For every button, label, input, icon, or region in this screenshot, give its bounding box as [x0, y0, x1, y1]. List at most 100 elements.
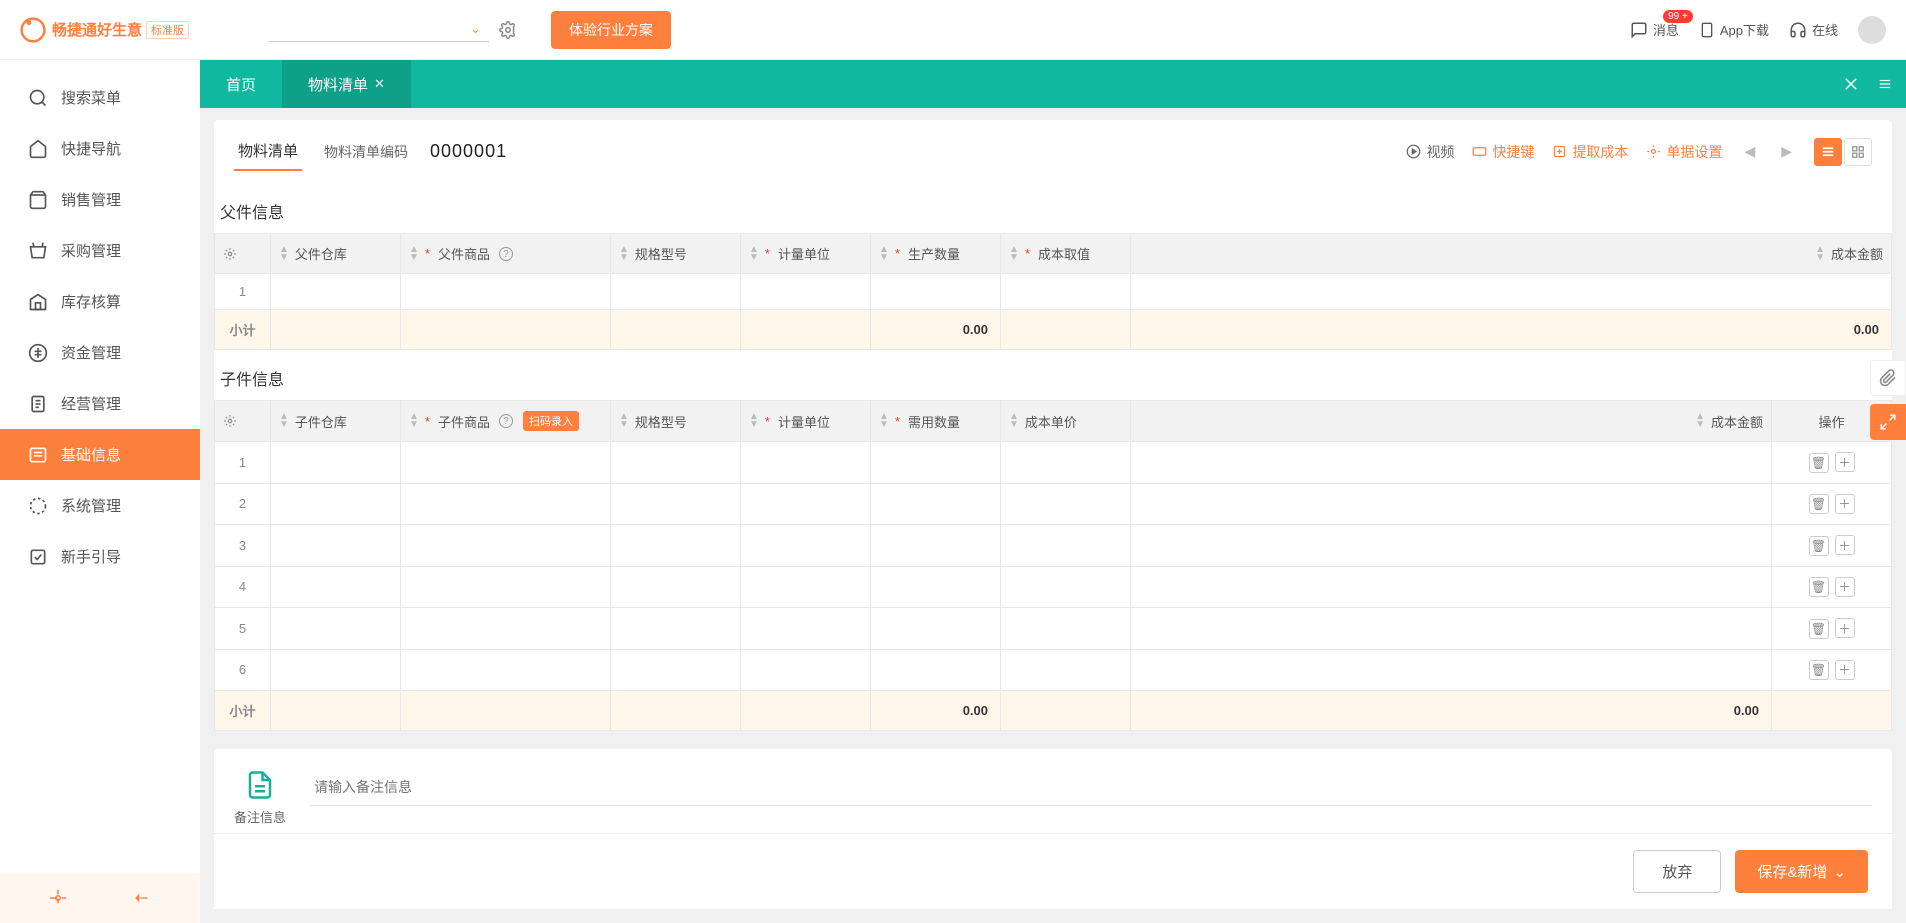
- next-bill-icon[interactable]: ▶: [1777, 143, 1796, 160]
- child-col-3[interactable]: ▲▼*计量单位: [741, 401, 871, 442]
- cell[interactable]: [1001, 649, 1131, 691]
- add-row-icon[interactable]: ＋: [1835, 577, 1855, 597]
- save-new-button[interactable]: 保存&新增 ⌄: [1735, 850, 1868, 893]
- sidebar-item-search[interactable]: 搜索菜单: [0, 72, 200, 123]
- sort-icon[interactable]: ▲▼: [409, 413, 419, 429]
- cell[interactable]: [271, 608, 401, 650]
- parent-col-6[interactable]: ▲▼成本金额: [1131, 234, 1892, 274]
- close-icon[interactable]: ✕: [374, 76, 385, 92]
- delete-row-icon[interactable]: 🗑: [1809, 453, 1829, 473]
- cell[interactable]: [271, 483, 401, 525]
- discard-button[interactable]: 放弃: [1633, 850, 1721, 893]
- tab-bom[interactable]: 物料清单 ✕: [282, 60, 411, 108]
- cell[interactable]: [611, 649, 741, 691]
- sort-icon[interactable]: ▲▼: [749, 246, 759, 262]
- cell[interactable]: [611, 483, 741, 525]
- cell[interactable]: [871, 442, 1001, 484]
- cell[interactable]: [871, 608, 1001, 650]
- cell[interactable]: [611, 274, 741, 310]
- parent-col-5[interactable]: ▲▼*成本取值: [1001, 234, 1131, 274]
- cell[interactable]: [1001, 274, 1131, 310]
- cell[interactable]: [271, 649, 401, 691]
- prev-bill-icon[interactable]: ◀: [1740, 143, 1759, 160]
- cell[interactable]: [741, 442, 871, 484]
- cell[interactable]: [1131, 274, 1892, 310]
- help-icon[interactable]: ?: [499, 247, 513, 261]
- page-tab-bom[interactable]: 物料清单: [234, 132, 302, 171]
- cell[interactable]: [611, 566, 741, 608]
- parent-col-1[interactable]: ▲▼*父件商品?: [401, 234, 611, 274]
- cell[interactable]: [741, 525, 871, 567]
- child-col-1[interactable]: ▲▼*子件商品?扫码录入: [401, 401, 611, 442]
- add-row-icon[interactable]: ＋: [1835, 660, 1855, 680]
- cell[interactable]: [741, 649, 871, 691]
- cell[interactable]: [401, 483, 611, 525]
- online-support-button[interactable]: 在线: [1789, 20, 1838, 39]
- sort-icon[interactable]: ▲▼: [1695, 413, 1705, 429]
- add-row-icon[interactable]: ＋: [1835, 452, 1855, 472]
- cell[interactable]: [1001, 608, 1131, 650]
- notes-input[interactable]: [310, 769, 1872, 806]
- sidebar-item-cart[interactable]: 销售管理: [0, 174, 200, 225]
- cell[interactable]: [871, 483, 1001, 525]
- add-row-icon[interactable]: ＋: [1835, 535, 1855, 555]
- cell[interactable]: [1001, 442, 1131, 484]
- industry-plan-button[interactable]: 体验行业方案: [551, 11, 671, 49]
- delete-row-icon[interactable]: 🗑: [1809, 660, 1829, 680]
- cell[interactable]: [271, 274, 401, 310]
- org-selector[interactable]: ⌄: [269, 17, 489, 42]
- app-download-button[interactable]: App下载: [1699, 20, 1769, 39]
- cell[interactable]: [871, 274, 1001, 310]
- cell[interactable]: [1001, 483, 1131, 525]
- action-bill-settings[interactable]: 单据设置: [1646, 142, 1722, 162]
- sidebar-collapse-icon[interactable]: [132, 890, 152, 906]
- help-icon[interactable]: ?: [499, 414, 513, 428]
- add-row-icon[interactable]: ＋: [1835, 618, 1855, 638]
- sort-icon[interactable]: ▲▼: [879, 246, 889, 262]
- cell[interactable]: [1131, 483, 1772, 525]
- cell[interactable]: [871, 566, 1001, 608]
- sidebar-item-base[interactable]: 基础信息: [0, 429, 200, 480]
- sidebar-item-doc[interactable]: 经营管理: [0, 378, 200, 429]
- cell[interactable]: [271, 442, 401, 484]
- sidebar-item-stock[interactable]: 库存核算: [0, 276, 200, 327]
- cell[interactable]: [271, 566, 401, 608]
- org-settings-icon[interactable]: [499, 21, 517, 39]
- messages-button[interactable]: 消息 99 +: [1630, 20, 1679, 39]
- action-extract-cost[interactable]: 提取成本: [1552, 142, 1628, 162]
- sort-icon[interactable]: ▲▼: [279, 413, 289, 429]
- cell[interactable]: [611, 525, 741, 567]
- cell[interactable]: [741, 274, 871, 310]
- delete-row-icon[interactable]: 🗑: [1809, 536, 1829, 556]
- tab-home[interactable]: 首页: [200, 60, 282, 108]
- cell[interactable]: [1001, 525, 1131, 567]
- cell[interactable]: [401, 274, 611, 310]
- cell[interactable]: [1131, 525, 1772, 567]
- sort-icon[interactable]: ▲▼: [1009, 413, 1019, 429]
- sort-icon[interactable]: ▲▼: [619, 413, 629, 429]
- cell[interactable]: [401, 442, 611, 484]
- sidebar-item-bag[interactable]: 采购管理: [0, 225, 200, 276]
- cell[interactable]: [611, 608, 741, 650]
- child-col-5[interactable]: ▲▼成本单价: [1001, 401, 1131, 442]
- action-video[interactable]: 视频: [1406, 142, 1454, 162]
- cell[interactable]: [611, 442, 741, 484]
- sort-icon[interactable]: ▲▼: [1815, 246, 1825, 262]
- cell[interactable]: [871, 649, 1001, 691]
- cell[interactable]: [1131, 566, 1772, 608]
- sidebar-item-guide[interactable]: 新手引导: [0, 531, 200, 582]
- sort-icon[interactable]: ▲▼: [749, 413, 759, 429]
- parent-col-3[interactable]: ▲▼*计量单位: [741, 234, 871, 274]
- child-col-6[interactable]: ▲▼成本金额: [1131, 401, 1772, 442]
- tabbar-close-all-icon[interactable]: [1842, 75, 1860, 93]
- view-card-icon[interactable]: [1844, 138, 1872, 166]
- sort-icon[interactable]: ▲▼: [879, 413, 889, 429]
- cell[interactable]: [1131, 649, 1772, 691]
- delete-row-icon[interactable]: 🗑: [1809, 619, 1829, 639]
- tabbar-menu-icon[interactable]: [1876, 77, 1894, 91]
- cell[interactable]: [271, 525, 401, 567]
- cell[interactable]: [741, 566, 871, 608]
- sidebar-item-home[interactable]: 快捷导航: [0, 123, 200, 174]
- cell[interactable]: [1131, 608, 1772, 650]
- cell[interactable]: [401, 608, 611, 650]
